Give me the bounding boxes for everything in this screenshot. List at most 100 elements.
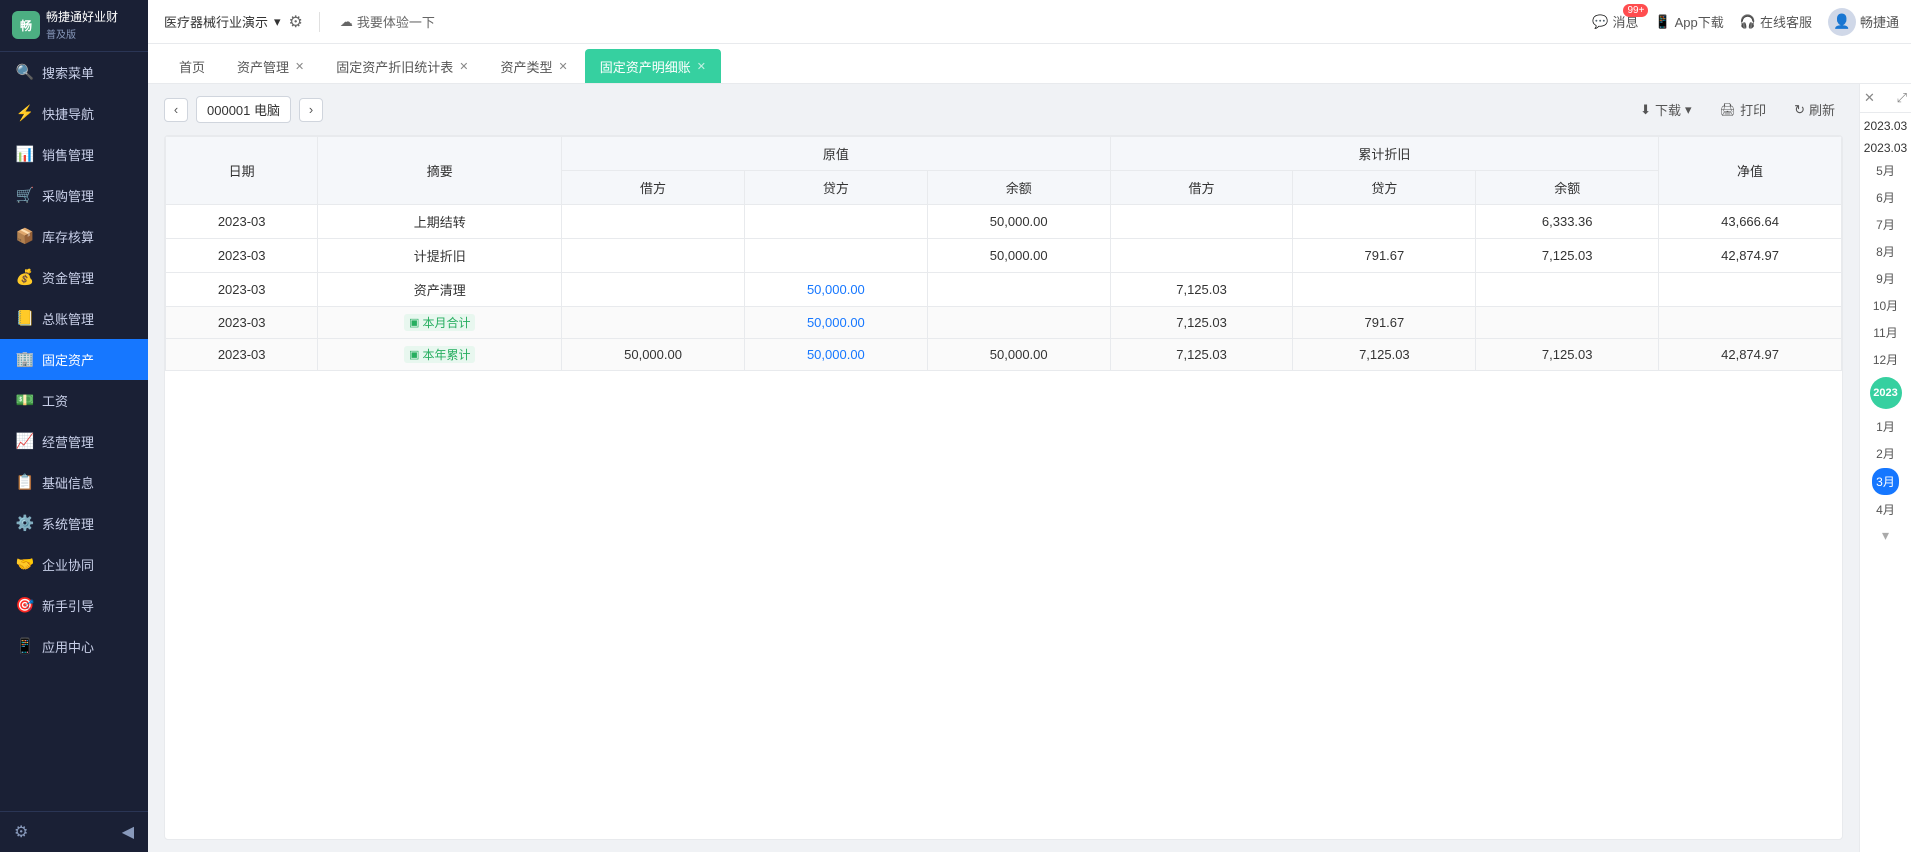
sidebar-icon-search: 🔍 [16, 63, 34, 81]
collapse-icon[interactable]: ◀ [122, 822, 134, 842]
tab-assetledger[interactable]: 固定资产明细账 ✕ [585, 49, 721, 83]
sidebar-item-sysmanage[interactable]: ⚙️ 系统管理 [0, 503, 148, 544]
month-item[interactable]: 2月 [1866, 440, 1905, 467]
table-row: 2023-03 ▣本月合计 50,000.00 7,125.03 791.67 [166, 307, 1842, 339]
content-main: ‹ 000001 电脑 › ⬇ 下载 ▾ 🖨 打印 ↻ [148, 84, 1859, 852]
sidebar-label-bizmanage: 经营管理 [42, 432, 94, 451]
download-icon: 📱 [1654, 14, 1670, 30]
sidebar-item-search[interactable]: 🔍 搜索菜单 [0, 52, 148, 93]
sidebar-item-appcenter[interactable]: 📱 应用中心 [0, 626, 148, 667]
data-table-wrap: 日期 摘要 原值 累计折旧 净值 借方 贷方 余额 借方 贷方 余额 [164, 135, 1843, 840]
sidebar-item-purchase[interactable]: 🛒 采购管理 [0, 175, 148, 216]
sidebar-item-payroll[interactable]: 💵 工资 [0, 380, 148, 421]
cell-net-value: 42,874.97 [1659, 239, 1842, 273]
sidebar-item-bizmanage[interactable]: 📈 经营管理 [0, 421, 148, 462]
messages-button[interactable]: 💬 消息 99+ [1592, 12, 1638, 31]
sidebar-item-fixedasset[interactable]: 🏢 固定资产 [0, 339, 148, 380]
cell-summary: ▣本年累计 [318, 339, 562, 371]
month-item[interactable]: 9月 [1869, 265, 1902, 292]
sidebar-item-ledger[interactable]: 📒 总账管理 [0, 298, 148, 339]
sidebar-item-basicinfo[interactable]: 📋 基础信息 [0, 462, 148, 503]
tab-close-assettype[interactable]: ✕ [559, 60, 568, 73]
message-icon: 💬 [1592, 14, 1608, 30]
refresh-button[interactable]: ↻ 刷新 [1786, 96, 1843, 123]
tab-close-assetmgmt[interactable]: ✕ [295, 60, 304, 73]
cell-depr-credit [1293, 205, 1476, 239]
topbar-right: 💬 消息 99+ 📱 App下载 🎧 在线客服 👤 畅捷通 [1592, 8, 1899, 36]
th-depr-balance: 余额 [1476, 171, 1659, 205]
experience-button[interactable]: ☁ 我要体验一下 [340, 12, 435, 31]
cell-orig-balance: 50,000.00 [927, 339, 1110, 371]
cell-date: 2023-03 [166, 273, 318, 307]
asset-id-display: 000001 电脑 [196, 96, 291, 123]
logo-icon: 畅 [12, 11, 40, 39]
sidebar-label-ledger: 总账管理 [42, 309, 94, 328]
th-net-value: 净值 [1659, 137, 1842, 205]
cell-summary: 资产清理 [318, 273, 562, 307]
tab-close-assetledger[interactable]: ✕ [697, 60, 706, 73]
content-area: ‹ 000001 电脑 › ⬇ 下载 ▾ 🖨 打印 ↻ [148, 84, 1911, 852]
month-item[interactable]: 8月 [1869, 238, 1902, 265]
cell-orig-credit [744, 239, 927, 273]
tab-depreciation[interactable]: 固定资产折旧统计表✕ [321, 49, 483, 83]
user-profile[interactable]: 👤 畅捷通 [1828, 8, 1899, 36]
sidebar-label-finance: 资金管理 [42, 268, 94, 287]
sidebar-item-inventory[interactable]: 📦 库存核算 [0, 216, 148, 257]
sidebar-icon-payroll: 💵 [16, 391, 34, 409]
gear-icon[interactable]: ⚙ [289, 12, 303, 32]
settings-icon[interactable]: ⚙ [14, 822, 28, 842]
cell-depr-credit: 7,125.03 [1293, 339, 1476, 371]
cloud-icon: ☁ [340, 14, 353, 30]
sidebar-icon-coopbiz: 🤝 [16, 555, 34, 573]
table-row: 2023-03 上期结转 50,000.00 6,333.36 43,666.6… [166, 205, 1842, 239]
month-item[interactable]: 3月 [1872, 468, 1899, 495]
sidebar-label-sales: 销售管理 [42, 145, 94, 164]
month-item[interactable]: 11月 [1869, 319, 1902, 346]
panel-expand-button[interactable]: ⤢ [1897, 90, 1907, 106]
year-marker[interactable]: 2023 [1870, 377, 1902, 409]
month-item[interactable]: 7月 [1869, 211, 1902, 238]
print-button[interactable]: 🖨 打印 [1712, 96, 1775, 123]
sidebar-item-sales[interactable]: 📊 销售管理 [0, 134, 148, 175]
cell-orig-balance: 50,000.00 [927, 205, 1110, 239]
sidebar-label-appcenter: 应用中心 [42, 637, 94, 656]
topbar: 医疗器械行业演示 ▾ ⚙ ☁ 我要体验一下 💬 消息 99+ 📱 App下载 🎧… [148, 0, 1911, 44]
tabbar: 首页资产管理✕固定资产折旧统计表✕资产类型✕ 固定资产明细账 ✕ [148, 44, 1911, 84]
cell-orig-debit [562, 273, 745, 307]
tab-home[interactable]: 首页 [164, 49, 220, 83]
sidebar-label-inventory: 库存核算 [42, 227, 94, 246]
tab-assetmgmt[interactable]: 资产管理✕ [222, 49, 319, 83]
download-icon: ⬇ [1640, 102, 1651, 118]
cell-orig-credit [744, 205, 927, 239]
month-item[interactable]: 4月 [1866, 496, 1905, 523]
sidebar-item-coopbiz[interactable]: 🤝 企业协同 [0, 544, 148, 585]
sidebar-item-newbie[interactable]: 🎯 新手引导 [0, 585, 148, 626]
panel-close-button[interactable]: ✕ [1864, 90, 1875, 106]
app-download-button[interactable]: 📱 App下载 [1654, 12, 1723, 31]
month-item[interactable]: 5月 [1869, 157, 1902, 184]
prev-arrow-button[interactable]: ‹ [164, 98, 188, 122]
tab-assettype[interactable]: 资产类型✕ [485, 49, 582, 83]
month-item[interactable]: 10月 [1869, 292, 1902, 319]
next-arrow-button[interactable]: › [299, 98, 323, 122]
cell-depr-credit: 791.67 [1293, 307, 1476, 339]
download-button[interactable]: ⬇ 下载 ▾ [1632, 96, 1699, 123]
panel-year-label-2: 2023.03 [1860, 135, 1911, 157]
panel-year-label-1: 2023.03 [1860, 113, 1911, 135]
online-service-button[interactable]: 🎧 在线客服 [1740, 12, 1812, 31]
cell-date: 2023-03 [166, 205, 318, 239]
th-orig-balance: 余额 [927, 171, 1110, 205]
month-item[interactable]: 12月 [1869, 346, 1902, 373]
tab-close-depreciation[interactable]: ✕ [459, 60, 468, 73]
month-item[interactable]: 6月 [1869, 184, 1902, 211]
sidebar: 畅 畅捷通好业财 普及版 🔍 搜索菜单 ⚡ 快捷导航 📊 销售管理 🛒 采购管理… [0, 0, 148, 852]
panel-down-arrow[interactable]: ▾ [1882, 523, 1889, 548]
refresh-icon: ↻ [1794, 102, 1805, 118]
sidebar-icon-newbie: 🎯 [16, 596, 34, 614]
company-selector[interactable]: 医疗器械行业演示 ▾ [164, 12, 281, 31]
sidebar-item-quicknav[interactable]: ⚡ 快捷导航 [0, 93, 148, 134]
tab-label-assetledger: 固定资产明细账 [600, 57, 691, 76]
sidebar-item-finance[interactable]: 💰 资金管理 [0, 257, 148, 298]
cell-orig-debit [562, 205, 745, 239]
month-item[interactable]: 1月 [1866, 413, 1905, 440]
